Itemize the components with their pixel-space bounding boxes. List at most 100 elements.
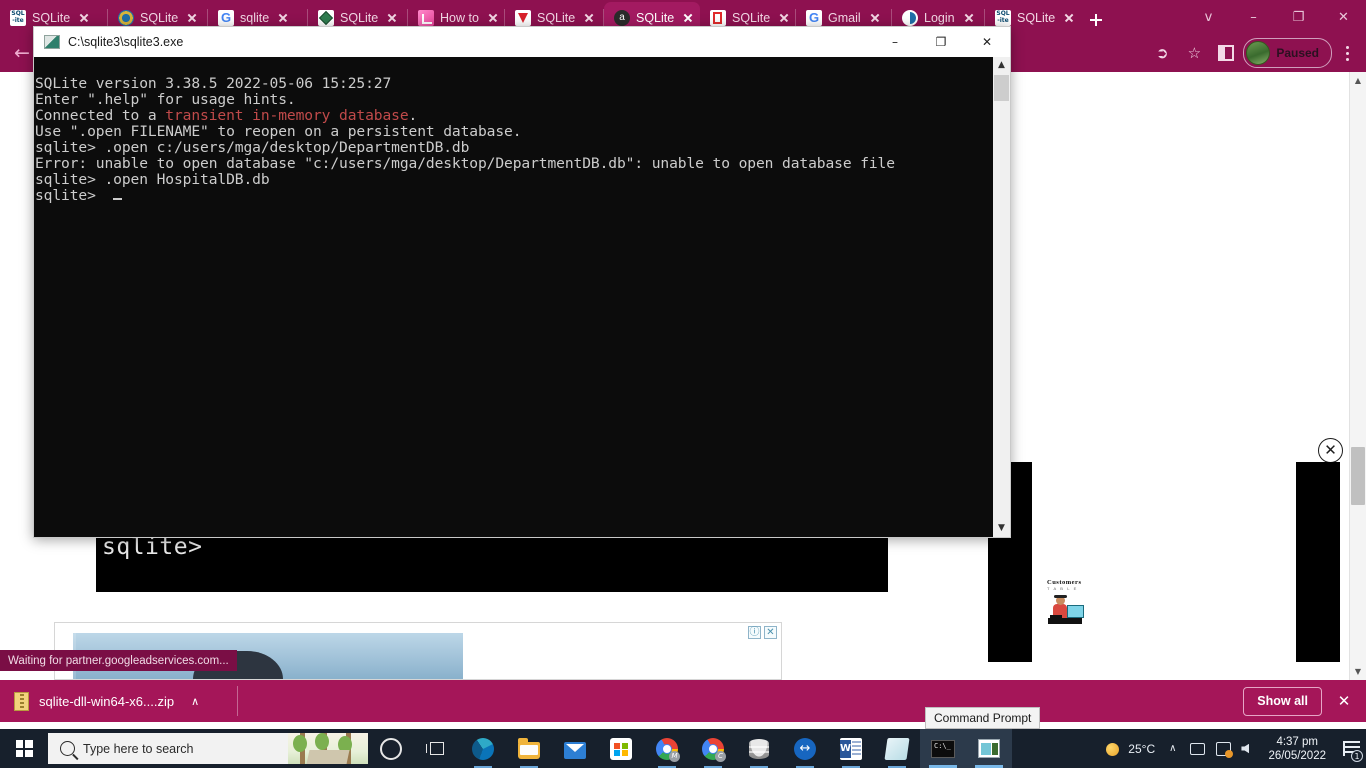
sqlite-browser-button[interactable] xyxy=(966,729,1012,768)
tab-close-icon[interactable] xyxy=(776,10,792,26)
tab-close-icon[interactable] xyxy=(961,10,977,26)
settings-menu-icon[interactable] xyxy=(1334,38,1360,68)
downloads-close-icon[interactable]: ✕ xyxy=(1332,689,1356,713)
tab-close-icon[interactable] xyxy=(76,10,92,26)
minimize-window-button[interactable]: – xyxy=(1231,0,1276,34)
console-close-button[interactable]: ✕ xyxy=(964,27,1010,57)
search-icon xyxy=(60,741,75,756)
file-explorer-icon xyxy=(518,737,540,759)
speaker-icon xyxy=(1241,743,1250,754)
show-all-downloads-button[interactable]: Show all xyxy=(1243,686,1322,716)
maximize-window-button[interactable]: ❐ xyxy=(1276,0,1321,34)
volume-tray-button[interactable] xyxy=(1236,729,1262,768)
action-center-button[interactable]: 1 xyxy=(1336,729,1366,768)
close-window-button[interactable]: ✕ xyxy=(1321,0,1366,34)
share-icon[interactable]: ➲ xyxy=(1147,38,1177,68)
search-decoration-image xyxy=(288,733,368,764)
database-app-button[interactable] xyxy=(736,729,782,768)
tab-label: SQLite xyxy=(537,11,576,25)
command-prompt-button[interactable] xyxy=(920,729,966,768)
microsoft-store-button[interactable] xyxy=(598,729,644,768)
teamviewer-icon xyxy=(794,737,816,760)
chrome-icon: C xyxy=(702,737,726,762)
chrome-profile-badge: M xyxy=(669,750,680,762)
video-frame: Customers T A B L E xyxy=(1032,462,1296,662)
screen-root: sqlite> ⓘ ✕ ✕ Customers T A B L E ▲ ▼ SQ… xyxy=(0,0,1366,768)
task-view-button[interactable] xyxy=(414,729,460,768)
start-button[interactable] xyxy=(0,729,48,768)
toolbar-right-actions: ➲ ☆ Paused xyxy=(1147,34,1360,72)
text-cursor xyxy=(112,198,122,200)
word-icon xyxy=(840,737,862,760)
tab-menu-icon[interactable]: v xyxy=(1186,0,1231,34)
console-title-bar[interactable]: C:\sqlite3\sqlite3.exe – ❐ ✕ xyxy=(34,27,1010,58)
console-scrollbar-thumb[interactable] xyxy=(994,75,1009,101)
console-line: Use ".open FILENAME" to reopen on a pers… xyxy=(35,123,522,140)
ad-controls[interactable]: ⓘ ✕ xyxy=(748,626,777,639)
video-close-icon[interactable]: ✕ xyxy=(1318,438,1343,463)
show-hidden-icons-chevron[interactable]: ∧ xyxy=(1161,743,1184,754)
onenote-button[interactable] xyxy=(874,729,920,768)
sun-icon xyxy=(1104,740,1122,758)
console-output-area[interactable]: SQLite version 3.38.5 2022-05-06 15:25:2… xyxy=(34,57,1010,537)
collections-icon[interactable] xyxy=(1211,38,1241,68)
tab-label: sqlite xyxy=(240,11,270,25)
tab-close-icon[interactable] xyxy=(867,10,883,26)
floating-video-player[interactable]: Customers T A B L E xyxy=(988,462,1340,662)
scroll-up-icon[interactable]: ▲ xyxy=(1350,72,1366,89)
tab-close-icon[interactable] xyxy=(384,10,400,26)
console-window[interactable]: C:\sqlite3\sqlite3.exe – ❐ ✕ SQLite vers… xyxy=(33,26,1011,538)
swirl-icon xyxy=(902,10,918,26)
edge-icon xyxy=(472,737,494,760)
profile-status-button[interactable]: Paused xyxy=(1243,38,1332,68)
tab-close-icon[interactable] xyxy=(1061,10,1077,26)
onedrive-tray-button[interactable] xyxy=(1210,729,1236,768)
console-line-connected: Connected to a transient in-memory datab… xyxy=(35,107,418,124)
favorite-star-icon[interactable]: ☆ xyxy=(1179,38,1209,68)
tab-close-icon[interactable] xyxy=(485,10,501,26)
file-explorer-button[interactable] xyxy=(506,729,552,768)
chrome-profile-c-button[interactable]: C xyxy=(690,729,736,768)
console-minimize-button[interactable]: – xyxy=(872,27,918,57)
cortana-button[interactable] xyxy=(368,729,414,768)
tab-close-icon[interactable] xyxy=(184,10,200,26)
scroll-down-icon[interactable]: ▼ xyxy=(1350,663,1366,680)
page-scrollbar[interactable]: ▲ ▼ xyxy=(1349,72,1366,680)
console-maximize-button[interactable]: ❐ xyxy=(918,27,964,57)
edge-button[interactable] xyxy=(460,729,506,768)
ad-close-icon[interactable]: ✕ xyxy=(764,626,777,639)
pink-chart-icon xyxy=(418,10,434,26)
tab-close-icon[interactable] xyxy=(680,10,696,26)
downloads-divider xyxy=(237,686,238,716)
ad-info-icon[interactable]: ⓘ xyxy=(748,626,761,639)
weather-widget[interactable]: 25°C xyxy=(1098,729,1161,768)
taskbar-search-input[interactable]: Type here to search xyxy=(48,733,368,764)
task-view-icon xyxy=(426,738,448,760)
chevron-up-icon[interactable]: ∧ xyxy=(184,690,206,712)
tab-label: SQLite xyxy=(140,11,179,25)
console-line: sqlite> .open c:/users/mga/desktop/Depar… xyxy=(35,139,470,156)
new-tab-button[interactable] xyxy=(1082,6,1110,34)
tab-close-icon[interactable] xyxy=(275,10,291,26)
system-tray: 25°C ∧ 4:37 pm 26/05/2022 1 xyxy=(1098,729,1366,768)
mail-button[interactable] xyxy=(552,729,598,768)
notification-count-badge: 1 xyxy=(1351,750,1363,762)
tab-close-icon[interactable] xyxy=(581,10,597,26)
console-scroll-up-icon[interactable]: ▲ xyxy=(993,57,1010,74)
microsoft-store-icon xyxy=(610,737,632,760)
console-line: Enter ".help" for usage hints. xyxy=(35,91,296,108)
chrome-profile-m-button[interactable]: M xyxy=(644,729,690,768)
console-scrollbar[interactable]: ▲ ▼ xyxy=(993,57,1010,537)
downloads-actions: Show all ✕ xyxy=(1243,680,1356,722)
word-button[interactable] xyxy=(828,729,874,768)
meeting-tray-button[interactable] xyxy=(1184,729,1210,768)
blue-hex-icon xyxy=(118,10,134,26)
download-item[interactable]: sqlite-dll-win64-x6....zip ∧ xyxy=(14,690,206,712)
console-app-icon xyxy=(44,35,60,49)
console-scroll-down-icon[interactable]: ▼ xyxy=(993,520,1010,537)
google-icon xyxy=(218,10,234,26)
google-icon xyxy=(806,10,822,26)
scrollbar-thumb[interactable] xyxy=(1351,447,1365,505)
clock-widget[interactable]: 4:37 pm 26/05/2022 xyxy=(1262,735,1336,763)
teamviewer-button[interactable] xyxy=(782,729,828,768)
